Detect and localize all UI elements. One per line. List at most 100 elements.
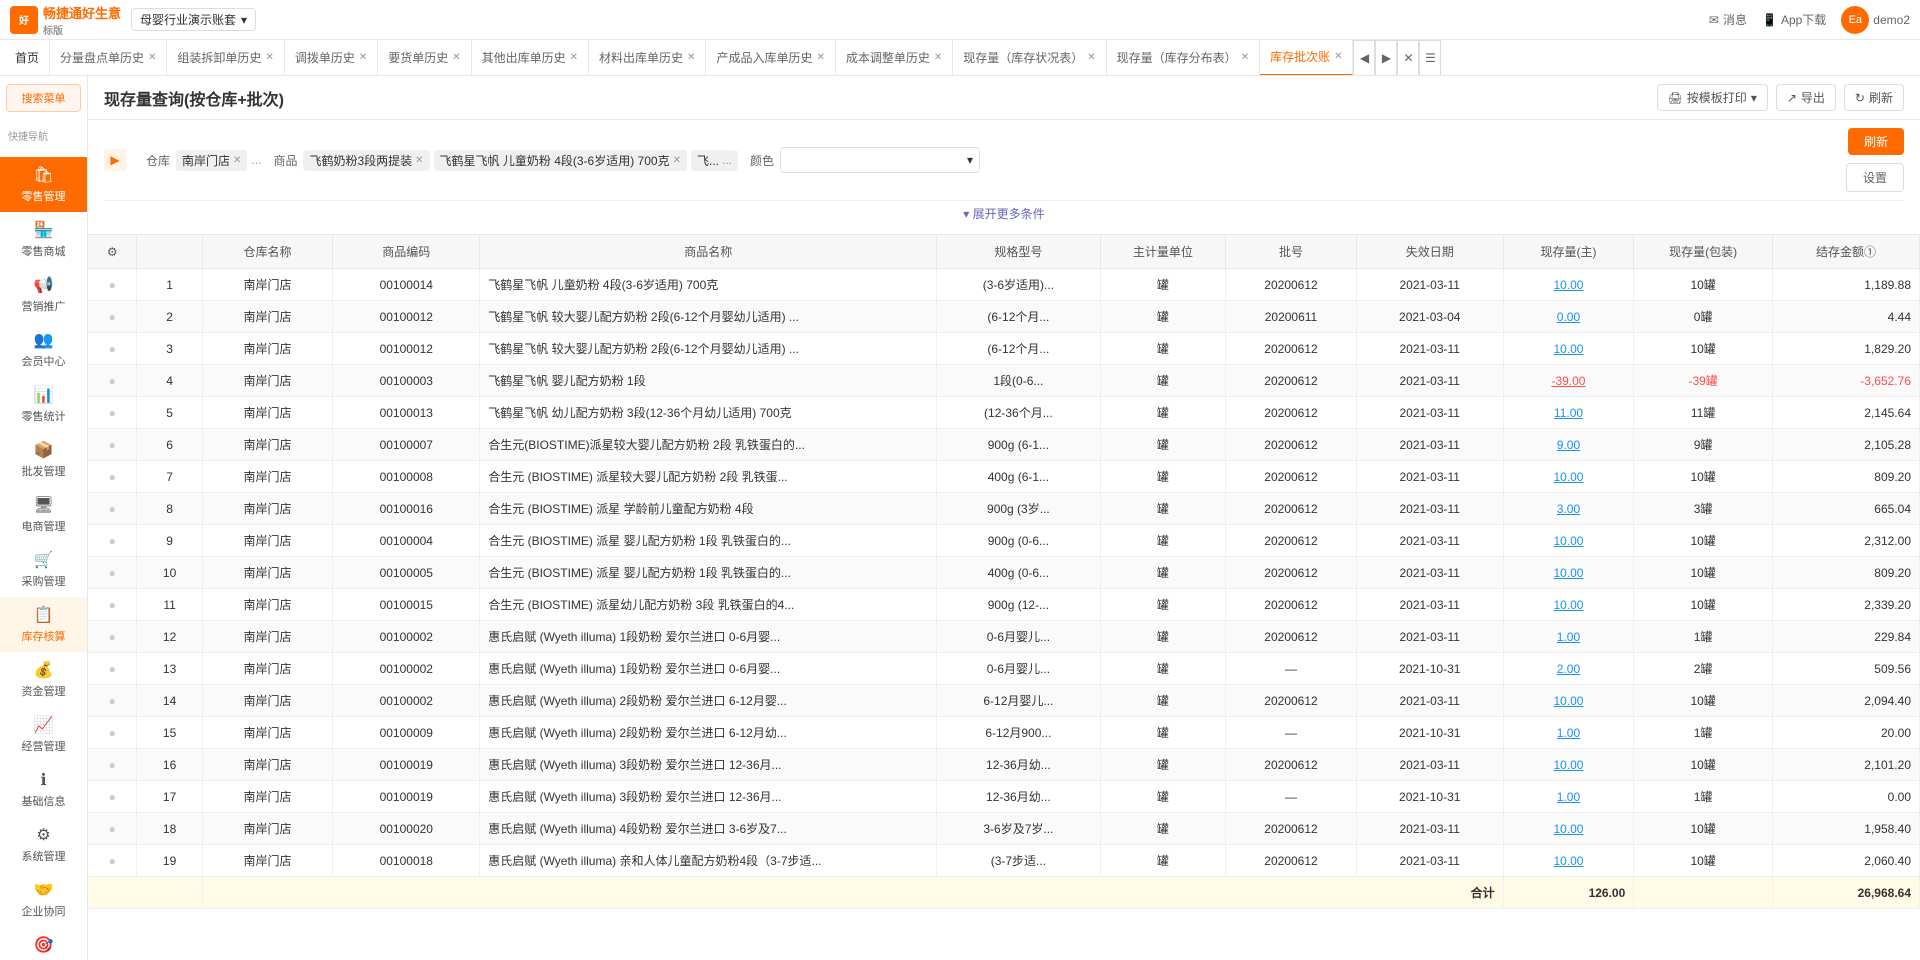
row-qty-main[interactable]: 1.00 [1503,717,1634,749]
table-row: ● 12 南岸门店 00100002 惠氏启赋 (Wyeth illuma) 1… [88,621,1920,653]
tab-close-icon[interactable]: ✕ [148,52,156,63]
tab-menu-button[interactable]: ☰ [1419,40,1441,76]
sidebar-item-collab[interactable]: 🤝 企业协同 [0,872,87,927]
filter-product-more: ... [722,153,732,167]
row-qty-main[interactable]: 3.00 [1503,493,1634,525]
row-spec: (3-7步适... [937,845,1100,877]
tab-close-icon[interactable]: ✕ [687,52,695,63]
row-qty-main[interactable]: 10.00 [1503,813,1634,845]
tab-inventory-history[interactable]: 分量盘点单历史 ✕ [50,40,167,76]
row-qty-main[interactable]: 1.00 [1503,621,1634,653]
row-qty-main[interactable]: 10.00 [1503,269,1634,301]
row-qty-main[interactable]: 10.00 [1503,461,1634,493]
row-icon: ● [88,653,137,685]
tab-close-icon[interactable]: ✕ [359,52,367,63]
sidebar-item-marketing[interactable]: 📢 营销推广 [0,267,87,322]
sidebar-item-wholesale[interactable]: 📦 批发管理 [0,432,87,487]
sidebar-item-operations[interactable]: 📈 经营管理 [0,707,87,762]
row-qty-main[interactable]: 2.00 [1503,653,1634,685]
row-qty-main[interactable]: 1.00 [1503,781,1634,813]
row-warehouse: 南岸门店 [202,301,333,333]
sidebar-item-guide[interactable]: 🎯 新手引导 [0,927,87,960]
row-unit: 罐 [1100,813,1226,845]
tab-close-icon[interactable]: ✕ [265,52,273,63]
inventory-icon: 📋 [34,605,54,625]
sidebar-item-label: 零售管理 [22,188,66,204]
th-settings[interactable]: ⚙ [88,235,137,269]
messages-button[interactable]: ✉ 消息 [1709,11,1747,28]
settings-button[interactable]: 设置 [1846,163,1904,192]
tab-close-icon[interactable]: ✕ [452,52,460,63]
row-qty-main[interactable]: 10.00 [1503,589,1634,621]
row-qty-main[interactable]: 10.00 [1503,685,1634,717]
user-menu[interactable]: Ea demo2 [1841,6,1910,34]
print-icon: 🖨 [1668,91,1683,105]
row-qty-main[interactable]: 11.00 [1503,397,1634,429]
filter-product-tag-close-1[interactable]: ✕ [415,155,423,166]
sidebar-item-system[interactable]: ⚙ 系统管理 [0,817,87,872]
row-qty-main[interactable]: 10.00 [1503,557,1634,589]
tab-prev-button[interactable]: ◀ [1353,40,1375,76]
row-name: 惠氏启赋 (Wyeth illuma) 1段奶粉 爱尔兰进口 0-6月婴... [480,653,937,685]
tab-close-icon[interactable]: ✕ [934,52,942,63]
tab-close-all-button[interactable]: ✕ [1397,40,1419,76]
tab-close-icon[interactable]: ✕ [570,52,578,63]
sidebar-item-ecommerce[interactable]: 🖥 电商管理 [0,487,87,542]
tab-current-stock-status[interactable]: 现存量（库存状况表） ✕ [953,40,1106,76]
tab-home[interactable]: 首页 [5,40,50,76]
row-spec: 0-6月婴儿... [937,621,1100,653]
tab-close-icon[interactable]: ✕ [1334,51,1342,62]
sidebar-item-finance[interactable]: 💰 资金管理 [0,652,87,707]
app-download-button[interactable]: 📱 App下载 [1762,11,1826,28]
refresh-button[interactable]: ↻ 刷新 [1844,84,1904,111]
sidebar-item-members[interactable]: 👥 会员中心 [0,322,87,377]
query-button[interactable]: 刷新 [1848,128,1904,155]
row-seq: 18 [137,813,202,845]
tab-close-icon[interactable]: ✕ [1087,52,1095,63]
table-row: ● 10 南岸门店 00100005 合生元 (BIOSTIME) 派星 婴儿配… [88,557,1920,589]
sidebar-item-procurement[interactable]: 🛒 采购管理 [0,542,87,597]
row-qty-main[interactable]: 10.00 [1503,525,1634,557]
row-spec: 12-36月幼... [937,749,1100,781]
th-balance: 结存金额① [1773,235,1920,269]
row-warehouse: 南岸门店 [202,621,333,653]
print-button[interactable]: 🖨 按模板打印 ▾ [1657,84,1768,111]
row-balance: 2,339.20 [1773,589,1920,621]
tab-assembly[interactable]: 组装拆卸单历史 ✕ [167,40,284,76]
color-input[interactable]: ▾ [780,147,980,173]
sidebar-item-inventory[interactable]: 📋 库存核算 [0,597,87,652]
tab-current-stock-dist[interactable]: 现存量（库存分布表） ✕ [1107,40,1260,76]
tab-transfer[interactable]: 调拨单历史 ✕ [285,40,378,76]
row-qty-main[interactable]: 10.00 [1503,749,1634,781]
row-qty-main[interactable]: 10.00 [1503,845,1634,877]
tab-cost-adjust[interactable]: 成本调整单历史 ✕ [836,40,953,76]
filter-expand-arrow[interactable]: ▶ [104,149,126,171]
tab-close-icon[interactable]: ✕ [1241,52,1249,63]
row-qty-pkg: 10罐 [1634,557,1773,589]
sidebar-item-retail-mgmt[interactable]: 🛍 零售管理 [0,157,87,212]
tab-other-out[interactable]: 其他出库单历史 ✕ [472,40,589,76]
sidebar-item-retail-mall[interactable]: 🏪 零售商城 [0,212,87,267]
warehouse-selector[interactable]: 母婴行业演示账套 ▾ [131,8,256,31]
row-name: 惠氏启赋 (Wyeth illuma) 2段奶粉 爱尔兰进口 6-12月幼... [480,717,937,749]
tab-product-in[interactable]: 产成品入库单历史 ✕ [706,40,835,76]
filter-product-tag-close-2[interactable]: ✕ [673,155,681,166]
tab-batch-account[interactable]: 库存批次账 ✕ [1260,40,1353,76]
search-menu-button[interactable]: 搜索菜单 [6,84,81,112]
tab-material-out[interactable]: 材料出库单历史 ✕ [589,40,706,76]
sidebar-item-retail-stats[interactable]: 📊 零售统计 [0,377,87,432]
row-balance: 20.00 [1773,717,1920,749]
row-qty-main[interactable]: 10.00 [1503,333,1634,365]
tab-next-button[interactable]: ▶ [1375,40,1397,76]
export-button[interactable]: ↗ 导出 [1776,84,1836,111]
page-actions: 🖨 按模板打印 ▾ ↗ 导出 ↻ 刷新 [1657,84,1904,111]
row-qty-main[interactable]: -39.00 [1503,365,1634,397]
th-name: 商品名称 [480,235,937,269]
tab-requisition[interactable]: 要货单历史 ✕ [378,40,471,76]
tab-close-icon[interactable]: ✕ [816,52,824,63]
row-qty-main[interactable]: 9.00 [1503,429,1634,461]
filter-tag-close-button[interactable]: ✕ [233,155,241,166]
sidebar-item-basic-info[interactable]: ℹ 基础信息 [0,762,87,817]
row-qty-main[interactable]: 0.00 [1503,301,1634,333]
expand-conditions[interactable]: ▾ 展开更多条件 [104,200,1904,226]
